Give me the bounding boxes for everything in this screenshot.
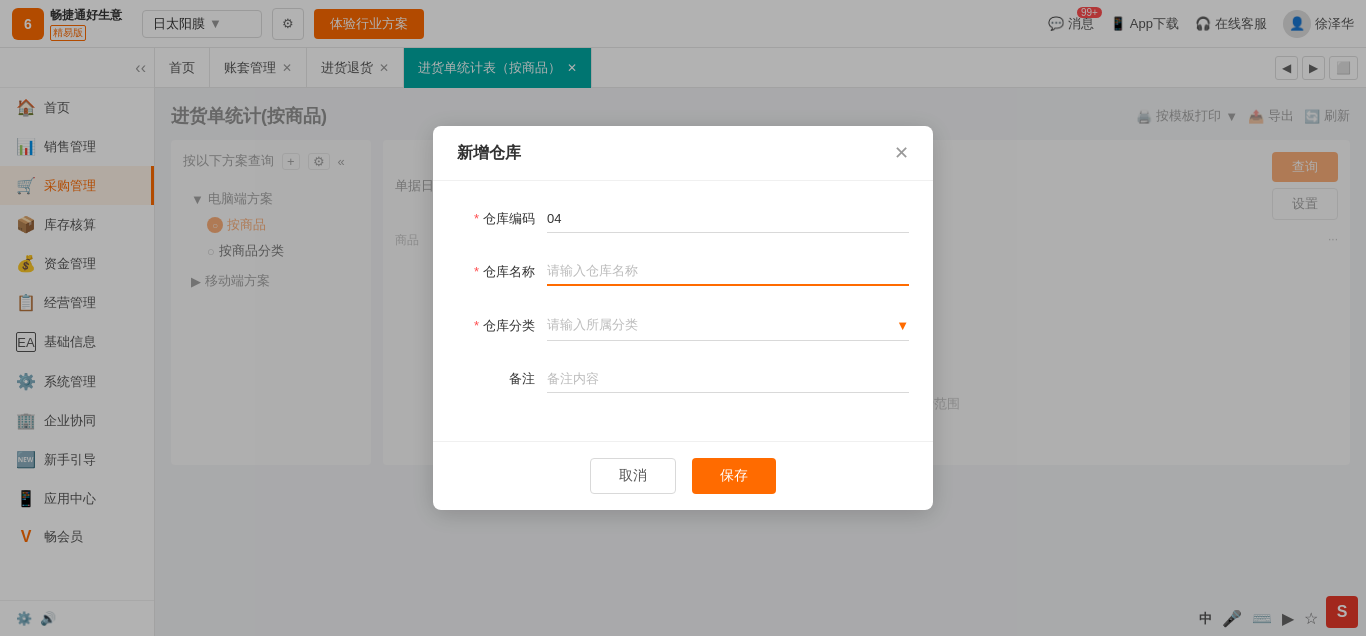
add-warehouse-modal: 新增仓库 ✕ 仓库编码 仓库名称 仓库分类 请输入所属分类 ▼ bbox=[433, 126, 933, 510]
modal-body: 仓库编码 仓库名称 仓库分类 请输入所属分类 ▼ 备注 bbox=[433, 181, 933, 441]
modal-overlay: 新增仓库 ✕ 仓库编码 仓库名称 仓库分类 请输入所属分类 ▼ bbox=[0, 0, 1366, 636]
warehouse-note-label: 备注 bbox=[457, 370, 547, 388]
warehouse-category-label: 仓库分类 bbox=[457, 317, 547, 335]
modal-title: 新增仓库 bbox=[457, 143, 521, 164]
warehouse-name-row: 仓库名称 bbox=[457, 257, 909, 286]
save-button[interactable]: 保存 bbox=[692, 458, 776, 494]
warehouse-name-label: 仓库名称 bbox=[457, 263, 547, 281]
warehouse-name-input[interactable] bbox=[547, 257, 909, 286]
cancel-button[interactable]: 取消 bbox=[590, 458, 676, 494]
warehouse-code-row: 仓库编码 bbox=[457, 205, 909, 233]
warehouse-note-row: 备注 bbox=[457, 365, 909, 393]
warehouse-note-input[interactable] bbox=[547, 365, 909, 393]
warehouse-category-row: 仓库分类 请输入所属分类 ▼ bbox=[457, 310, 909, 341]
chevron-down-icon: ▼ bbox=[896, 318, 909, 333]
modal-header: 新增仓库 ✕ bbox=[433, 126, 933, 181]
modal-footer: 取消 保存 bbox=[433, 441, 933, 510]
warehouse-code-label: 仓库编码 bbox=[457, 210, 547, 228]
modal-close-icon[interactable]: ✕ bbox=[894, 142, 909, 164]
warehouse-code-input[interactable] bbox=[547, 205, 909, 233]
warehouse-category-select[interactable]: 请输入所属分类 ▼ bbox=[547, 310, 909, 341]
